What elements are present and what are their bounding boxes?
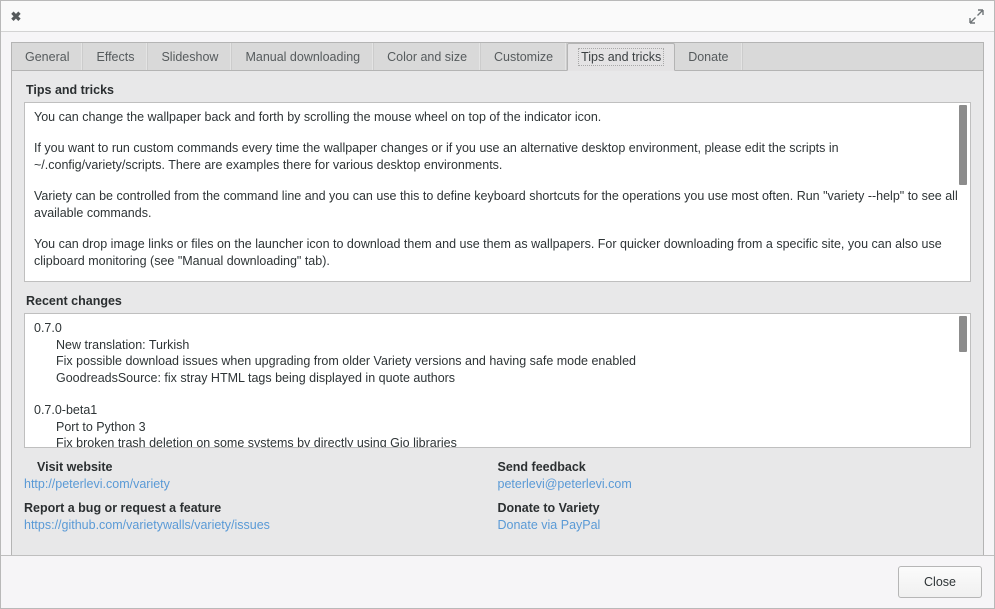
recent-changes-content: 0.7.0 New translation: Turkish Fix possi… — [25, 314, 970, 447]
link-block-visit-website: Visit website http://peterlevi.com/varie… — [24, 460, 498, 491]
changelog-version: 0.7.0 — [34, 321, 62, 335]
changelog-entry: Fix broken trash deletion on some system… — [56, 436, 457, 447]
close-x-icon[interactable]: ✖ — [7, 7, 25, 25]
tips-scrollbar[interactable] — [957, 105, 968, 279]
link-block-report-bug: Report a bug or request a feature https:… — [24, 501, 498, 532]
link-block-send-feedback: Send feedback peterlevi@peterlevi.com — [498, 460, 972, 491]
website-link[interactable]: http://peterlevi.com/variety — [24, 477, 170, 491]
tips-text-content: You can change the wallpaper back and fo… — [25, 103, 970, 281]
links-grid: Visit website http://peterlevi.com/varie… — [24, 460, 971, 536]
tab-label: Manual downloading — [245, 49, 361, 64]
tips-paragraph: Variety can be controlled from the comma… — [34, 189, 958, 220]
tab-label: Customize — [494, 49, 554, 64]
tab-slideshow[interactable]: Slideshow — [148, 43, 233, 70]
changelog-version: 0.7.0-beta1 — [34, 403, 98, 417]
preferences-window: ✖ General Effects Slideshow Manual downl… — [0, 0, 995, 609]
link-heading: Report a bug or request a feature — [24, 501, 222, 515]
tab-effects[interactable]: Effects — [83, 43, 149, 70]
changelog-entry: Port to Python 3 — [56, 419, 146, 434]
issues-link[interactable]: https://github.com/varietywalls/variety/… — [24, 518, 270, 532]
link-heading: Donate to Variety — [497, 501, 600, 515]
paypal-donate-link[interactable]: Donate via PayPal — [498, 518, 601, 532]
tips-paragraph: You can drop image links or files on the… — [34, 237, 942, 268]
tab-manual-downloading[interactable]: Manual downloading — [232, 43, 375, 70]
tab-label: Color and size — [387, 49, 468, 64]
tab-tips-and-tricks[interactable]: Tips and tricks — [567, 43, 676, 71]
changelog-entry: Fix possible download issues when upgrad… — [56, 354, 636, 368]
preferences-notebook: General Effects Slideshow Manual downloa… — [11, 42, 984, 555]
recent-changes-scrollbar-thumb[interactable] — [959, 316, 967, 353]
tab-label: Effects — [96, 49, 135, 64]
recent-changes-section-title: Recent changes — [26, 294, 122, 308]
tips-textview[interactable]: You can change the wallpaper back and fo… — [24, 102, 971, 282]
close-button[interactable]: Close — [898, 566, 982, 598]
title-bar: ✖ — [1, 1, 994, 32]
tips-scrollbar-thumb[interactable] — [959, 105, 967, 186]
tips-and-tricks-page: Tips and tricks You can change the wallp… — [12, 71, 983, 555]
diagonal-resize-icon[interactable] — [967, 7, 985, 25]
tab-color-and-size[interactable]: Color and size — [374, 43, 482, 70]
recent-changes-scrollbar[interactable] — [957, 316, 968, 445]
tab-label: Tips and tricks — [578, 48, 665, 66]
feedback-email-link[interactable]: peterlevi@peterlevi.com — [498, 477, 632, 491]
link-block-donate: Donate to Variety Donate via PayPal — [498, 501, 972, 532]
tab-general[interactable]: General — [12, 43, 84, 70]
tab-bar: General Effects Slideshow Manual downloa… — [12, 43, 983, 71]
action-bar: Close — [1, 555, 994, 608]
changelog-entry: New translation: Turkish — [56, 337, 190, 352]
link-heading: Visit website — [37, 460, 113, 474]
recent-changes-textview[interactable]: 0.7.0 New translation: Turkish Fix possi… — [24, 313, 971, 448]
tab-donate[interactable]: Donate — [675, 43, 743, 70]
tips-paragraph: You can change the wallpaper back and fo… — [34, 110, 602, 124]
tab-label: Slideshow — [161, 49, 219, 64]
tips-section-title: Tips and tricks — [26, 83, 114, 97]
changelog-spacer — [34, 386, 961, 402]
tips-paragraph: If you want to run custom commands every… — [34, 141, 839, 172]
link-heading: Send feedback — [497, 460, 586, 474]
tab-label: General — [25, 49, 70, 64]
tab-label: Donate — [688, 49, 729, 64]
tab-bar-filler — [742, 43, 983, 70]
changelog-entry: GoodreadsSource: fix stray HTML tags bei… — [56, 370, 456, 385]
tab-customize[interactable]: Customize — [481, 43, 568, 70]
